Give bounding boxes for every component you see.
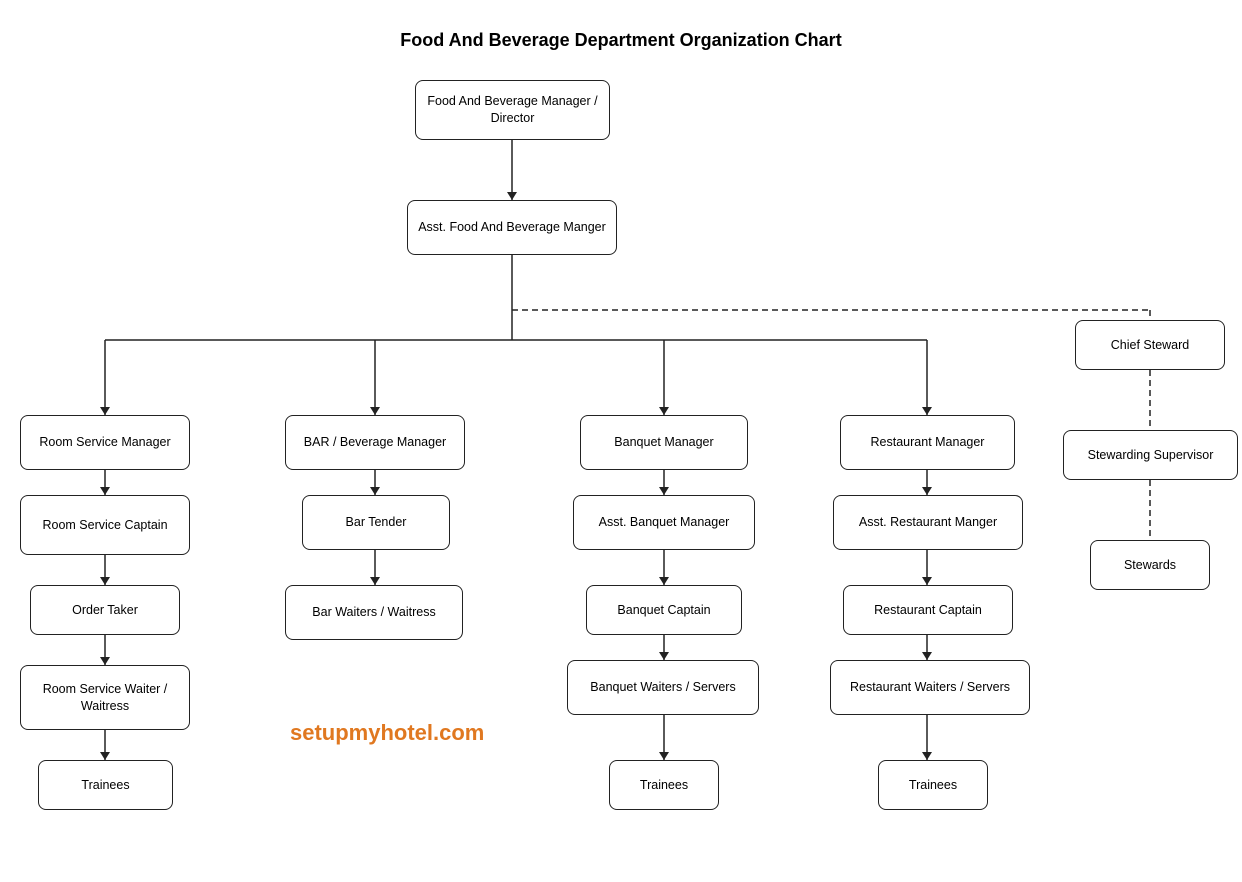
- node-asst-rest: Asst. Restaurant Manger: [833, 495, 1023, 550]
- node-fnb-manager: Food And Beverage Manager / Director: [415, 80, 610, 140]
- node-room-svc-mgr: Room Service Manager: [20, 415, 190, 470]
- node-chief-steward: Chief Steward: [1075, 320, 1225, 370]
- node-trainees-rs: Trainees: [38, 760, 173, 810]
- node-room-svc-waiter: Room Service Waiter / Waitress: [20, 665, 190, 730]
- node-banquet-waiters: Banquet Waiters / Servers: [567, 660, 759, 715]
- node-asst-fnb: Asst. Food And Beverage Manger: [407, 200, 617, 255]
- node-rest-mgr: Restaurant Manager: [840, 415, 1015, 470]
- node-asst-banquet: Asst. Banquet Manager: [573, 495, 755, 550]
- watermark: setupmyhotel.com: [290, 720, 484, 746]
- node-bar-mgr: BAR / Beverage Manager: [285, 415, 465, 470]
- chart-title: Food And Beverage Department Organizatio…: [0, 0, 1242, 51]
- node-rest-waiters: Restaurant Waiters / Servers: [830, 660, 1030, 715]
- node-room-svc-capt: Room Service Captain: [20, 495, 190, 555]
- node-stewarding-sup: Stewarding Supervisor: [1063, 430, 1238, 480]
- node-bar-tender: Bar Tender: [302, 495, 450, 550]
- node-stewards: Stewards: [1090, 540, 1210, 590]
- node-bar-waiters: Bar Waiters / Waitress: [285, 585, 463, 640]
- node-banquet-mgr: Banquet Manager: [580, 415, 748, 470]
- node-trainees-rest: Trainees: [878, 760, 988, 810]
- node-rest-capt: Restaurant Captain: [843, 585, 1013, 635]
- node-trainees-bq: Trainees: [609, 760, 719, 810]
- node-banquet-capt: Banquet Captain: [586, 585, 742, 635]
- node-order-taker: Order Taker: [30, 585, 180, 635]
- chart-container: Food And Beverage Department Organizatio…: [0, 0, 1242, 882]
